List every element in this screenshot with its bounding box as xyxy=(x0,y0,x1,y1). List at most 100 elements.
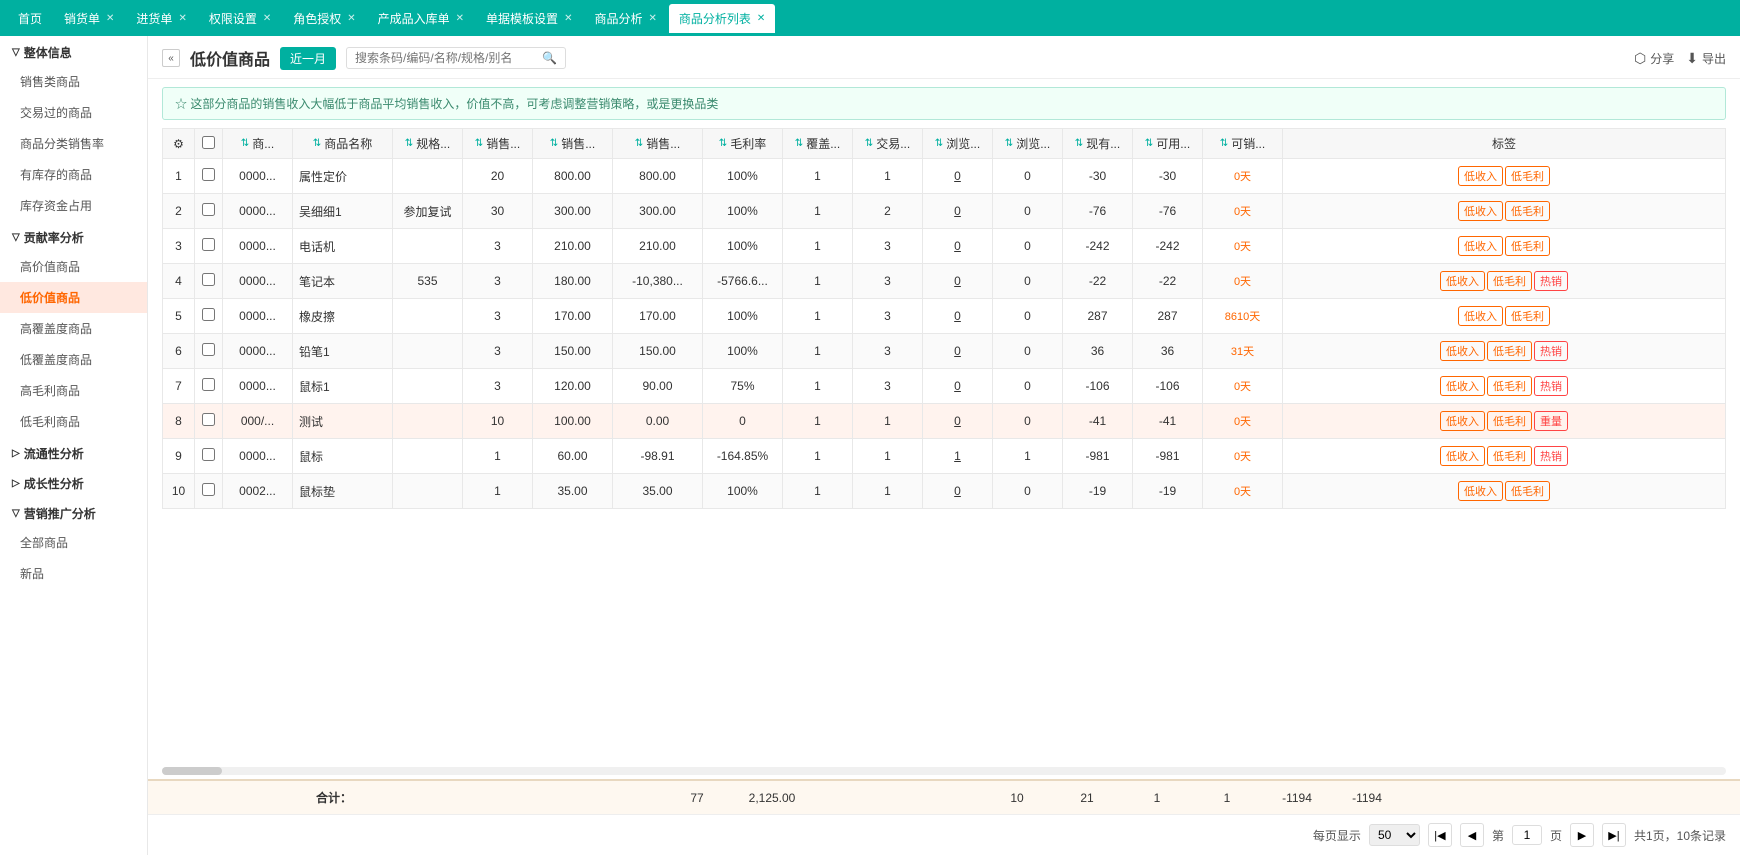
browse1-link[interactable]: 0 xyxy=(954,204,961,218)
prev-page-btn[interactable]: ◀ xyxy=(1460,823,1484,847)
row-checkbox[interactable] xyxy=(195,439,223,474)
nav-product-analysis-list[interactable]: 商品分析列表 ✕ xyxy=(669,4,775,33)
browse1-link[interactable]: 0 xyxy=(954,344,961,358)
row-checkbox[interactable] xyxy=(195,229,223,264)
row-select-checkbox[interactable] xyxy=(202,448,215,461)
browse1-link[interactable]: 0 xyxy=(954,274,961,288)
row-checkbox[interactable] xyxy=(195,369,223,404)
share-btn[interactable]: ⬡ 分享 xyxy=(1634,50,1674,67)
row-browse1[interactable]: 0 xyxy=(923,229,993,264)
row-browse1[interactable]: 0 xyxy=(923,369,993,404)
nav-sales[interactable]: 销货单 ✕ xyxy=(54,4,124,33)
row-select-checkbox[interactable] xyxy=(202,273,215,286)
row-browse1[interactable]: 0 xyxy=(923,299,993,334)
sidebar-item-high-coverage[interactable]: 高覆盖度商品 xyxy=(0,313,147,344)
row-select-checkbox[interactable] xyxy=(202,378,215,391)
sidebar-group-circulation[interactable]: ▷ 流通性分析 xyxy=(0,437,147,467)
page-number-input[interactable] xyxy=(1512,825,1542,845)
sidebar-group-marketing[interactable]: ▽ 营销推广分析 xyxy=(0,497,147,527)
row-checkbox[interactable] xyxy=(195,299,223,334)
sidebar-item-traded-products[interactable]: 交易过的商品 xyxy=(0,97,147,128)
sidebar-item-all-products[interactable]: 全部商品 xyxy=(0,527,147,558)
row-browse1[interactable]: 0 xyxy=(923,334,993,369)
sidebar-item-low-margin[interactable]: 低毛利商品 xyxy=(0,406,147,437)
sidebar-item-low-coverage[interactable]: 低覆盖度商品 xyxy=(0,344,147,375)
sidebar-item-high-margin[interactable]: 高毛利商品 xyxy=(0,375,147,406)
sidebar-group-growth[interactable]: ▷ 成长性分析 xyxy=(0,467,147,497)
select-all-checkbox[interactable] xyxy=(202,136,215,149)
row-checkbox[interactable] xyxy=(195,334,223,369)
nav-purchase-close[interactable]: ✕ xyxy=(178,13,186,24)
nav-product-inbound[interactable]: 产成品入库单 ✕ xyxy=(368,4,474,33)
nav-roles-close[interactable]: ✕ xyxy=(347,13,355,24)
browse1-link[interactable]: 0 xyxy=(954,169,961,183)
sidebar-item-sales-products[interactable]: 销售类商品 xyxy=(0,66,147,97)
next-page-btn[interactable]: ▶ xyxy=(1570,823,1594,847)
row-select-checkbox[interactable] xyxy=(202,203,215,216)
first-page-btn[interactable]: |◀ xyxy=(1428,823,1452,847)
row-checkbox[interactable] xyxy=(195,194,223,229)
nav-purchase[interactable]: 进货单 ✕ xyxy=(126,4,196,33)
col-sellable[interactable]: ⇅可销... xyxy=(1203,129,1283,159)
row-select-checkbox[interactable] xyxy=(202,168,215,181)
col-code[interactable]: ⇅商... xyxy=(223,129,293,159)
row-browse1[interactable]: 0 xyxy=(923,404,993,439)
col-coverage[interactable]: ⇅覆盖... xyxy=(783,129,853,159)
search-icon[interactable]: 🔍 xyxy=(542,51,557,65)
col-spec[interactable]: ⇅规格... xyxy=(393,129,463,159)
browse1-link[interactable]: 0 xyxy=(954,239,961,253)
export-btn[interactable]: ⬇ 导出 xyxy=(1686,50,1726,67)
sidebar-group-contribution[interactable]: ▽ 贡献率分析 xyxy=(0,221,147,251)
nav-product-analysis-list-close[interactable]: ✕ xyxy=(757,13,765,24)
row-browse1[interactable]: 0 xyxy=(923,264,993,299)
last-page-btn[interactable]: ▶| xyxy=(1602,823,1626,847)
row-browse1[interactable]: 0 xyxy=(923,474,993,509)
browse1-link[interactable]: 1 xyxy=(954,449,961,463)
sidebar-item-high-value[interactable]: 高价值商品 xyxy=(0,251,147,282)
sidebar-item-new-products[interactable]: 新品 xyxy=(0,558,147,589)
horizontal-scrollbar[interactable] xyxy=(162,767,1726,775)
col-browse2[interactable]: ⇅浏览... xyxy=(993,129,1063,159)
row-select-checkbox[interactable] xyxy=(202,308,215,321)
row-checkbox[interactable] xyxy=(195,474,223,509)
row-browse1[interactable]: 0 xyxy=(923,159,993,194)
scrollbar-thumb[interactable] xyxy=(162,767,222,775)
col-sale-price[interactable]: ⇅销售... xyxy=(533,129,613,159)
nav-product-inbound-close[interactable]: ✕ xyxy=(456,13,464,24)
col-settings[interactable]: ⚙ xyxy=(163,129,195,159)
page-size-select[interactable]: 50 100 200 xyxy=(1369,824,1420,846)
browse1-link[interactable]: 0 xyxy=(954,414,961,428)
col-available[interactable]: ⇅可用... xyxy=(1133,129,1203,159)
col-sale-amount[interactable]: ⇅销售... xyxy=(613,129,703,159)
nav-template-settings-close[interactable]: ✕ xyxy=(564,13,572,24)
col-current-stock[interactable]: ⇅现有... xyxy=(1063,129,1133,159)
sidebar-collapse-btn[interactable]: « xyxy=(162,49,180,67)
col-checkbox[interactable] xyxy=(195,129,223,159)
row-select-checkbox[interactable] xyxy=(202,483,215,496)
nav-permissions[interactable]: 权限设置 ✕ xyxy=(199,4,281,33)
browse1-link[interactable]: 0 xyxy=(954,484,961,498)
row-browse1[interactable]: 1 xyxy=(923,439,993,474)
nav-product-analysis[interactable]: 商品分析 ✕ xyxy=(584,4,666,33)
nav-product-analysis-close[interactable]: ✕ xyxy=(648,13,656,24)
row-select-checkbox[interactable] xyxy=(202,238,215,251)
sidebar-item-category-sales-rate[interactable]: 商品分类销售率 xyxy=(0,128,147,159)
search-input[interactable] xyxy=(355,51,536,65)
nav-template-settings[interactable]: 单据模板设置 ✕ xyxy=(476,4,582,33)
sidebar-group-overall[interactable]: ▽ 整体信息 xyxy=(0,36,147,66)
row-checkbox[interactable] xyxy=(195,404,223,439)
row-select-checkbox[interactable] xyxy=(202,413,215,426)
col-gross-margin[interactable]: ⇅毛利率 xyxy=(703,129,783,159)
nav-home[interactable]: 首页 xyxy=(8,4,52,33)
sidebar-item-stocked-products[interactable]: 有库存的商品 xyxy=(0,159,147,190)
sidebar-item-inventory-funds[interactable]: 库存资金占用 xyxy=(0,190,147,221)
col-name[interactable]: ⇅商品名称 xyxy=(293,129,393,159)
row-checkbox[interactable] xyxy=(195,159,223,194)
nav-sales-close[interactable]: ✕ xyxy=(106,13,114,24)
sidebar-item-low-value[interactable]: 低价值商品 xyxy=(0,282,147,313)
row-checkbox[interactable] xyxy=(195,264,223,299)
browse1-link[interactable]: 0 xyxy=(954,379,961,393)
col-transaction[interactable]: ⇅交易... xyxy=(853,129,923,159)
row-select-checkbox[interactable] xyxy=(202,343,215,356)
nav-permissions-close[interactable]: ✕ xyxy=(263,13,271,24)
